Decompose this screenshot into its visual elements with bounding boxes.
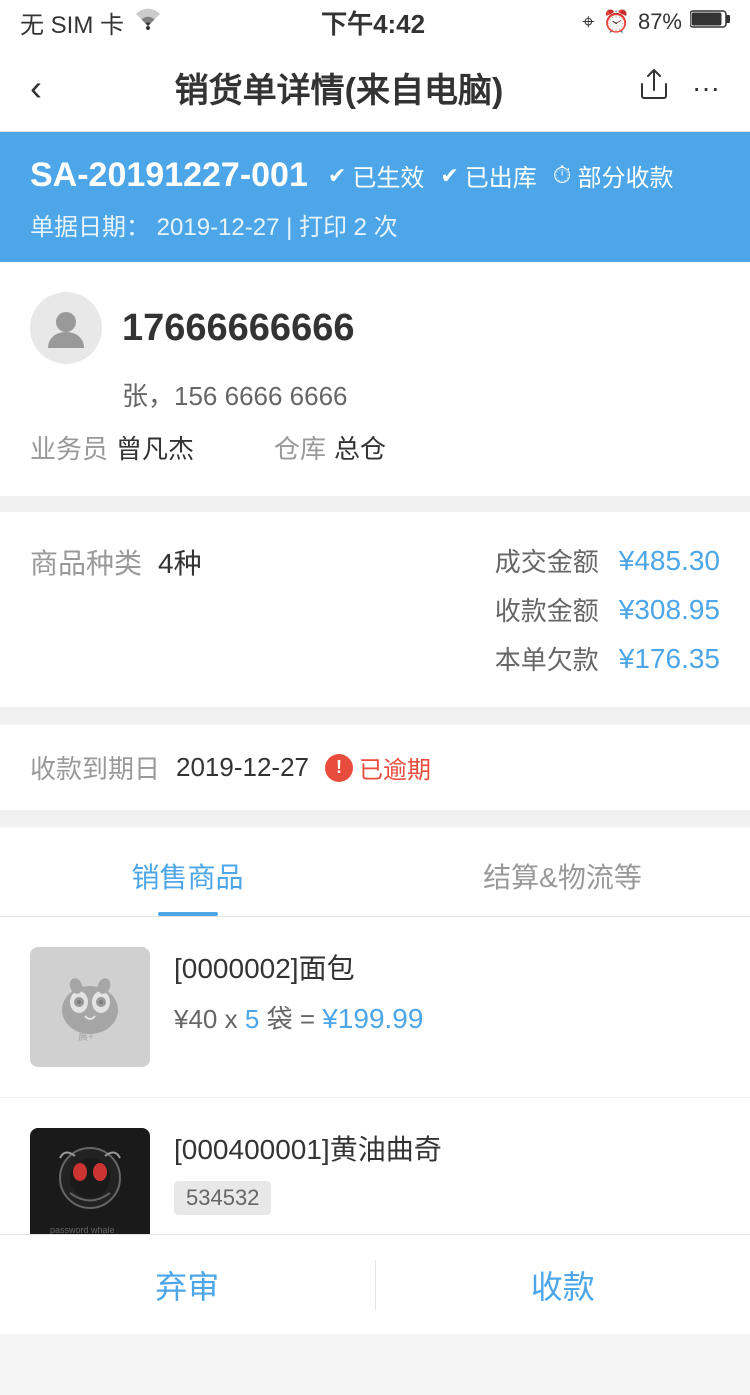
customer-salesperson: 业务员 曾凡杰: [30, 429, 194, 466]
stats-left: 商品种类 4种: [30, 542, 202, 582]
stats-section: 商品种类 4种 成交金额 ¥485.30 收款金额 ¥308.95 本单欠款 ¥…: [0, 512, 750, 707]
category-label: 商品种类: [30, 542, 142, 582]
customer-section: 17666666666 张，156 6666 6666 业务员 曾凡杰 仓库 总…: [0, 262, 750, 496]
overdue-badge: ! 已逾期: [325, 750, 431, 785]
overdue-icon: !: [325, 754, 353, 782]
tab-sales-label: 销售商品: [131, 862, 243, 893]
due-label: 收款到期日: [30, 749, 160, 786]
order-date: 2019-12-27: [157, 214, 280, 241]
status-tag-shipped: ✔ 已出库: [440, 158, 536, 193]
cancel-label: 弃审: [155, 1269, 219, 1305]
share-button[interactable]: [636, 66, 672, 109]
product-price-1: ¥40 x 5 袋 = ¥199.99: [174, 999, 720, 1036]
check-icon-2: ✔: [440, 163, 458, 189]
customer-meta: 业务员 曾凡杰 仓库 总仓: [30, 429, 720, 466]
status-bar: 无 SIM 卡 下午4:42 ⌖ ⏰ 87%: [0, 0, 750, 44]
avatar: [30, 292, 102, 364]
divider-3: [0, 810, 750, 826]
due-date: 2019-12-27: [176, 752, 309, 783]
product-qty-1: 5: [245, 1004, 259, 1034]
customer-warehouse: 仓库 总仓: [274, 429, 386, 466]
battery-text: 87%: [638, 9, 682, 35]
header-banner-bottom: 单据日期： 2019-12-27 | 打印 2 次: [30, 207, 720, 242]
confirm-button[interactable]: 收款: [376, 1238, 750, 1332]
deal-amount-item: 成交金额 ¥485.30: [495, 542, 720, 579]
confirm-label: 收款: [531, 1269, 595, 1305]
debt-label: 本单欠款: [495, 640, 599, 677]
product-thumb-1: 晨+: [30, 947, 150, 1067]
status-left: 无 SIM 卡: [20, 5, 164, 40]
product-unit-1: 袋: [267, 1004, 293, 1034]
svg-text:晨+: 晨+: [78, 1031, 94, 1042]
warehouse-value: 总仓: [334, 429, 386, 466]
product-info-1: [0000002]面包 ¥40 x 5 袋 = ¥199.99: [174, 947, 720, 1036]
check-icon-1: ✔: [328, 163, 346, 189]
debt-value: ¥176.35: [619, 643, 720, 675]
receive-amount-value: ¥308.95: [619, 594, 720, 626]
nav-actions: ···: [636, 66, 720, 109]
status-tag-partial: ⏱ 部分收款: [553, 158, 674, 193]
cancel-button[interactable]: 弃审: [0, 1238, 375, 1332]
location-icon: ⌖: [582, 9, 594, 35]
product-multiply-1: x: [225, 1004, 245, 1034]
divider-1: [0, 496, 750, 512]
product-equal-1: =: [300, 1004, 322, 1034]
date-label: 单据日期：: [30, 214, 150, 241]
tabs-section: 销售商品 结算&物流等: [0, 828, 750, 1295]
debt-item: 本单欠款 ¥176.35: [495, 640, 720, 677]
tab-settlement[interactable]: 结算&物流等: [375, 828, 750, 916]
stats-right: 成交金额 ¥485.30 收款金额 ¥308.95 本单欠款 ¥176.35: [495, 542, 720, 677]
carrier-text: 无 SIM 卡: [20, 5, 124, 40]
product-thumb-2: password whale: [30, 1128, 150, 1248]
page-title: 销货单详情(来自电脑): [175, 63, 504, 112]
wifi-icon: [132, 8, 164, 37]
receive-amount-label: 收款金额: [495, 591, 599, 628]
clock-icon: ⏱: [553, 162, 572, 190]
overdue-text: 已逾期: [359, 750, 431, 785]
category-value: 4种: [158, 542, 202, 582]
header-banner-top: SA-20191227-001 ✔ 已生效 ✔ 已出库 ⏱ 部分收款: [30, 156, 720, 195]
status-effective-label: 已生效: [352, 158, 424, 193]
alarm-icon: ⏰: [603, 9, 630, 35]
tab-settlement-label: 结算&物流等: [483, 862, 642, 893]
product-base-price-1: ¥40: [174, 1004, 217, 1034]
status-right: ⌖ ⏰ 87%: [582, 9, 730, 35]
print-info: | 打印 2 次: [286, 214, 398, 241]
product-tag-2: 534532: [174, 1181, 271, 1215]
more-button[interactable]: ···: [692, 72, 720, 104]
back-button[interactable]: ‹: [30, 67, 42, 109]
deal-amount-value: ¥485.30: [619, 545, 720, 577]
due-section: 收款到期日 2019-12-27 ! 已逾期: [0, 725, 750, 810]
customer-main: 17666666666: [30, 292, 720, 364]
product-name-1: [0000002]面包: [174, 947, 720, 987]
product-image-2: password whale: [30, 1128, 150, 1248]
customer-phone: 17666666666: [122, 307, 354, 350]
product-name-2: [000400001]黄油曲奇: [174, 1128, 720, 1168]
status-tag-effective: ✔ 已生效: [328, 158, 424, 193]
order-id: SA-20191227-001: [30, 156, 308, 195]
product-image-1: 晨+: [30, 947, 150, 1067]
tab-sales-products[interactable]: 销售商品: [0, 828, 375, 916]
status-time: 下午4:42: [321, 4, 425, 41]
status-tags: ✔ 已生效 ✔ 已出库 ⏱ 部分收款: [328, 158, 674, 193]
divider-2: [0, 707, 750, 723]
deal-amount-label: 成交金额: [495, 542, 599, 579]
battery-icon: [690, 9, 730, 35]
bottom-bar: 弃审 收款: [0, 1234, 750, 1334]
status-shipped-label: 已出库: [465, 158, 537, 193]
receive-amount-item: 收款金额 ¥308.95: [495, 591, 720, 628]
tabs-bar: 销售商品 结算&物流等: [0, 828, 750, 917]
product-item-1: 晨+ [0000002]面包 ¥40 x 5 袋 = ¥199.99: [0, 917, 750, 1098]
warehouse-label: 仓库: [274, 429, 326, 466]
status-partial-label: 部分收款: [578, 158, 674, 193]
salesperson-label: 业务员: [30, 429, 108, 466]
product-total-1: ¥199.99: [322, 1003, 423, 1034]
salesperson-value: 曾凡杰: [116, 429, 194, 466]
customer-name: 张，156 6666 6666: [122, 376, 720, 413]
nav-bar: ‹ 销货单详情(来自电脑) ···: [0, 44, 750, 132]
stats-row: 商品种类 4种 成交金额 ¥485.30 收款金额 ¥308.95 本单欠款 ¥…: [30, 542, 720, 677]
header-banner: SA-20191227-001 ✔ 已生效 ✔ 已出库 ⏱ 部分收款 单据日期：…: [0, 132, 750, 262]
